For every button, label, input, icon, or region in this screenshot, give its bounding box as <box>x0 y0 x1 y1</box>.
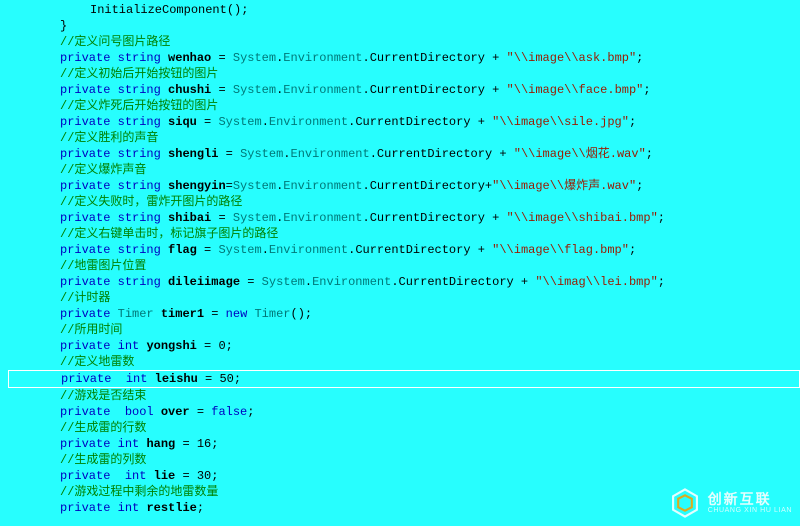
property: CurrentDirectory <box>370 51 485 65</box>
code-text: InitializeComponent(); <box>90 3 248 17</box>
code-line-comment: //生成雷的列数 <box>0 452 800 468</box>
comment: //定义右键单击时，标记旗子图片的路径 <box>60 227 278 241</box>
code-line-comment: //计时器 <box>0 290 800 306</box>
code-line: private string dileiimage = System.Envir… <box>0 274 800 290</box>
keyword: private <box>60 51 110 65</box>
comment: //游戏过程中剩余的地雷数量 <box>60 485 218 499</box>
code-line-comment: //定义胜利的声音 <box>0 130 800 146</box>
code-line: private int restlie; <box>0 500 800 516</box>
code-line-comment: //定义问号图片路径 <box>0 34 800 50</box>
code-line: private string shengli = System.Environm… <box>0 146 800 162</box>
string-literal: "\\image\\ask.bmp" <box>507 51 637 65</box>
comment: //计时器 <box>60 291 110 305</box>
code-snippet-view: InitializeComponent(); } //定义问号图片路径 priv… <box>0 0 800 526</box>
code-line-comment: //游戏过程中剩余的地雷数量 <box>0 484 800 500</box>
code-line: private string chushi = System.Environme… <box>0 82 800 98</box>
code-line: private string flag = System.Environment… <box>0 242 800 258</box>
comment: //生成雷的列数 <box>60 453 146 467</box>
code-line: private string siqu = System.Environment… <box>0 114 800 130</box>
comment: //定义胜利的声音 <box>60 131 158 145</box>
code-line: InitializeComponent(); <box>0 2 800 18</box>
comment: //定义失败时，雷炸开图片的路径 <box>60 195 242 209</box>
code-line-comment: //游戏是否结束 <box>0 388 800 404</box>
code-line: private string wenhao = System.Environme… <box>0 50 800 66</box>
class-name: Environment <box>283 51 362 65</box>
code-line-comment: //地雷图片位置 <box>0 258 800 274</box>
code-line: private Timer timer1 = new Timer(); <box>0 306 800 322</box>
code-text: } <box>60 19 67 33</box>
comment: //地雷图片位置 <box>60 259 146 273</box>
comment: //定义问号图片路径 <box>60 35 170 49</box>
keyword: string <box>118 51 161 65</box>
code-line: private string shibai = System.Environme… <box>0 210 800 226</box>
comment: //定义爆炸声音 <box>60 163 146 177</box>
comment: //生成雷的行数 <box>60 421 146 435</box>
comment: //定义炸死后开始按钮的图片 <box>60 99 218 113</box>
code-line: private bool over = false; <box>0 404 800 420</box>
code-line: private int hang = 16; <box>0 436 800 452</box>
comment: //定义地雷数 <box>60 355 134 369</box>
code-line-highlighted: private int leishu = 50; <box>8 370 800 388</box>
code-line: private string shengyin=System.Environme… <box>0 178 800 194</box>
class-name: System <box>233 51 276 65</box>
comment: //游戏是否结束 <box>60 389 146 403</box>
comment: //定义初始后开始按钮的图片 <box>60 67 218 81</box>
code-line: private int yongshi = 0; <box>0 338 800 354</box>
code-line-comment: //定义初始后开始按钮的图片 <box>0 66 800 82</box>
code-line-comment: //生成雷的行数 <box>0 420 800 436</box>
comment: //所用时间 <box>60 323 122 337</box>
identifier: wenhao <box>168 51 211 65</box>
code-line-comment: //所用时间 <box>0 322 800 338</box>
code-line-comment: //定义爆炸声音 <box>0 162 800 178</box>
code-line-comment: //定义右键单击时，标记旗子图片的路径 <box>0 226 800 242</box>
code-line: } <box>0 18 800 34</box>
code-line-comment: //定义地雷数 <box>0 354 800 370</box>
code-line-comment: //定义炸死后开始按钮的图片 <box>0 98 800 114</box>
code-line-comment: //定义失败时，雷炸开图片的路径 <box>0 194 800 210</box>
code-line: private int lie = 30; <box>0 468 800 484</box>
